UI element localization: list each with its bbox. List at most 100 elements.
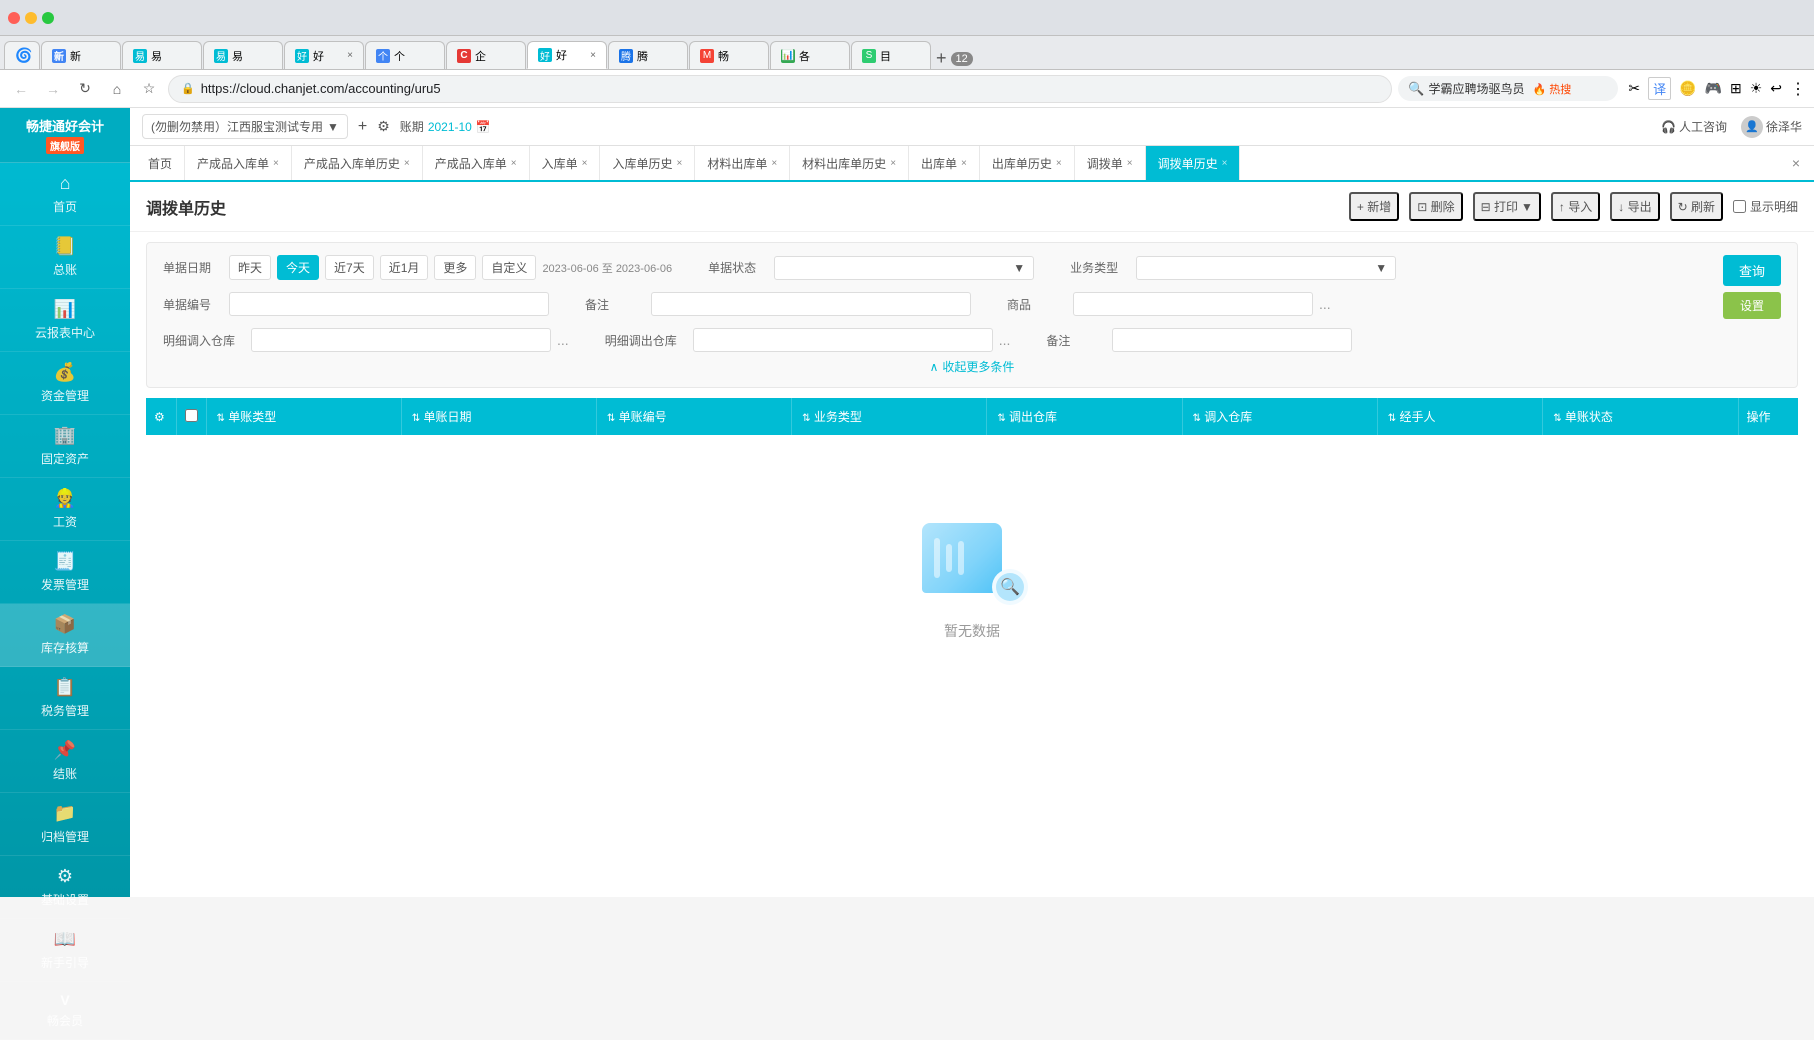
service-link[interactable]: 🎧 人工咨询	[1661, 118, 1727, 135]
menu-icon[interactable]: ⋮	[1790, 79, 1806, 99]
sidebar-item-salary[interactable]: 👷 工资	[0, 478, 130, 541]
cut-icon[interactable]: ✂	[1628, 80, 1640, 97]
refresh-btn[interactable]: ↻ 刷新	[1670, 192, 1723, 221]
th-gear[interactable]: ⚙	[146, 398, 176, 435]
delete-btn[interactable]: ⊡ 删除	[1409, 192, 1462, 221]
tab-in[interactable]: 入库单 ×	[530, 146, 601, 180]
date-btn-more[interactable]: 更多	[434, 255, 476, 280]
browser-tab-8[interactable]: M 畅	[689, 41, 769, 69]
date-btn-today[interactable]: 今天	[277, 255, 319, 280]
sidebar-item-assets[interactable]: 🏢 固定资产	[0, 415, 130, 478]
sidebar-item-reports[interactable]: 📊 云报表中心	[0, 289, 130, 352]
sidebar-item-guide[interactable]: 📖 新手引导	[0, 919, 130, 982]
new-btn[interactable]: + 新增	[1349, 192, 1399, 221]
browser-tab-10[interactable]: S 目	[851, 41, 931, 69]
date-btn-custom[interactable]: 自定义	[482, 255, 536, 280]
tab-product-in-2-close[interactable]: ×	[511, 158, 517, 169]
tab-out[interactable]: 出库单 ×	[909, 146, 980, 180]
tab-out-hist[interactable]: 出库单历史 ×	[980, 146, 1075, 180]
th-out-warehouse[interactable]: ⇅ 调出仓库	[987, 398, 1182, 435]
tab-product-in-hist[interactable]: 产成品入库单历史 ×	[292, 146, 423, 180]
settings-btn[interactable]: 设置	[1723, 292, 1781, 319]
brightness-icon[interactable]: ☀	[1750, 80, 1763, 97]
detail-in-dots[interactable]: ...	[557, 332, 569, 348]
sidebar-item-archive[interactable]: 📁 归档管理	[0, 793, 130, 856]
company-selector[interactable]: (勿删勿禁用）江西服宝测试专用 ▼	[142, 114, 348, 139]
browser-tab-active[interactable]: 好 好 ×	[527, 41, 607, 69]
user-avatar[interactable]: 👤 徐泽华	[1741, 116, 1802, 138]
tab-out-close[interactable]: ×	[961, 158, 967, 169]
calendar-icon[interactable]: 📅	[476, 120, 491, 134]
date-btn-7days[interactable]: 近7天	[325, 255, 374, 280]
period-value[interactable]: 2021-10	[428, 120, 472, 134]
goods-dots[interactable]: ...	[1319, 296, 1331, 312]
th-doc-date[interactable]: ⇅ 单账日期	[401, 398, 596, 435]
tab-product-in[interactable]: 产成品入库单 ×	[185, 146, 292, 180]
new-tab-btn[interactable]: +	[936, 48, 947, 69]
tab-in-hist[interactable]: 入库单历史 ×	[600, 146, 695, 180]
browser-tab-2[interactable]: 易 易	[122, 41, 202, 69]
sidebar-item-settings[interactable]: ⚙ 基础设置	[0, 856, 130, 919]
select-all-checkbox[interactable]	[185, 409, 198, 422]
import-btn[interactable]: ↑ 导入	[1551, 192, 1600, 221]
print-btn[interactable]: ⊟ 打印 ▼	[1473, 192, 1541, 221]
display-toggle[interactable]: 显示明细	[1733, 198, 1798, 215]
settings-btn-icon[interactable]: ⚙	[377, 118, 390, 135]
date-btn-1month[interactable]: 近1月	[380, 255, 429, 280]
gamepad-icon[interactable]: 🎮	[1705, 80, 1722, 97]
sidebar-item-invoice[interactable]: 🧾 发票管理	[0, 541, 130, 604]
back-btn[interactable]: ←	[8, 76, 34, 102]
detail-in-input[interactable]	[251, 328, 551, 352]
sidebar-item-tax[interactable]: 📋 税务管理	[0, 667, 130, 730]
remark2-input[interactable]	[1112, 328, 1352, 352]
browser-tab-5[interactable]: 个 个	[365, 41, 445, 69]
tab-transfer-hist-close[interactable]: ×	[1222, 158, 1228, 169]
tab-out-hist-close[interactable]: ×	[1056, 158, 1062, 169]
browser-search[interactable]: 🔍 学霸应聘场驱鸟员 🔥 热搜	[1398, 76, 1618, 101]
browser-tab-3[interactable]: 易 易	[203, 41, 283, 69]
undo-icon[interactable]: ↩	[1770, 80, 1782, 97]
tab-material-out-close[interactable]: ×	[771, 158, 777, 169]
tab-in-hist-close[interactable]: ×	[676, 158, 682, 169]
add-company-btn[interactable]: +	[358, 118, 367, 136]
browser-tab-6[interactable]: C 企	[446, 41, 526, 69]
tab-product-in-hist-close[interactable]: ×	[404, 158, 410, 169]
browser-tab-4[interactable]: 好 好 ×	[284, 41, 364, 69]
tab-bar-close[interactable]: ×	[1784, 155, 1808, 171]
doc-no-input[interactable]	[229, 292, 549, 316]
tab-material-out-hist-close[interactable]: ×	[890, 158, 896, 169]
forward-btn[interactable]: →	[40, 76, 66, 102]
browser-tab-home[interactable]: 🌀	[4, 41, 40, 69]
th-business-type[interactable]: ⇅ 业务类型	[792, 398, 987, 435]
th-doc-type[interactable]: ⇅ 单账类型	[206, 398, 401, 435]
th-doc-no[interactable]: ⇅ 单账编号	[596, 398, 791, 435]
sidebar-item-finance[interactable]: 💰 资金管理	[0, 352, 130, 415]
date-btn-yesterday[interactable]: 昨天	[229, 255, 271, 280]
th-status[interactable]: ⇅ 单账状态	[1543, 398, 1738, 435]
sidebar-item-home[interactable]: ⌂ 首页	[0, 163, 130, 226]
detail-out-input[interactable]	[693, 328, 993, 352]
tab-home[interactable]: 首页	[136, 146, 185, 180]
bookmark-btn[interactable]: ☆	[136, 76, 162, 102]
sidebar-item-inventory[interactable]: 📦 库存核算	[0, 604, 130, 667]
reload-btn[interactable]: ↻	[72, 76, 98, 102]
home-btn[interactable]: ⌂	[104, 76, 130, 102]
remark-input[interactable]	[651, 292, 971, 316]
sidebar-item-vip[interactable]: V 畅会员	[0, 982, 130, 1040]
tab-transfer-close[interactable]: ×	[1127, 158, 1133, 169]
export-btn[interactable]: ↓ 导出	[1610, 192, 1659, 221]
address-bar[interactable]: 🔒 https://cloud.chanjet.com/accounting/u…	[168, 75, 1392, 103]
tab-product-in-close[interactable]: ×	[273, 158, 279, 169]
browser-tab-7[interactable]: 腾 腾	[608, 41, 688, 69]
th-checkbox[interactable]	[176, 398, 206, 435]
tab-material-out-hist[interactable]: 材料出库单历史 ×	[790, 146, 909, 180]
goods-input[interactable]	[1073, 292, 1313, 316]
browser-tab-1[interactable]: 新 新	[41, 41, 121, 69]
tab-transfer[interactable]: 调拨单 ×	[1075, 146, 1146, 180]
translate-icon[interactable]: 译	[1648, 77, 1671, 100]
coin-icon[interactable]: 🪙	[1679, 80, 1696, 97]
th-in-warehouse[interactable]: ⇅ 调入仓库	[1182, 398, 1377, 435]
sidebar-item-ledger[interactable]: 📒 总账	[0, 226, 130, 289]
grid-icon[interactable]: ⊞	[1730, 80, 1742, 97]
business-type-select[interactable]: ▼	[1136, 256, 1396, 280]
